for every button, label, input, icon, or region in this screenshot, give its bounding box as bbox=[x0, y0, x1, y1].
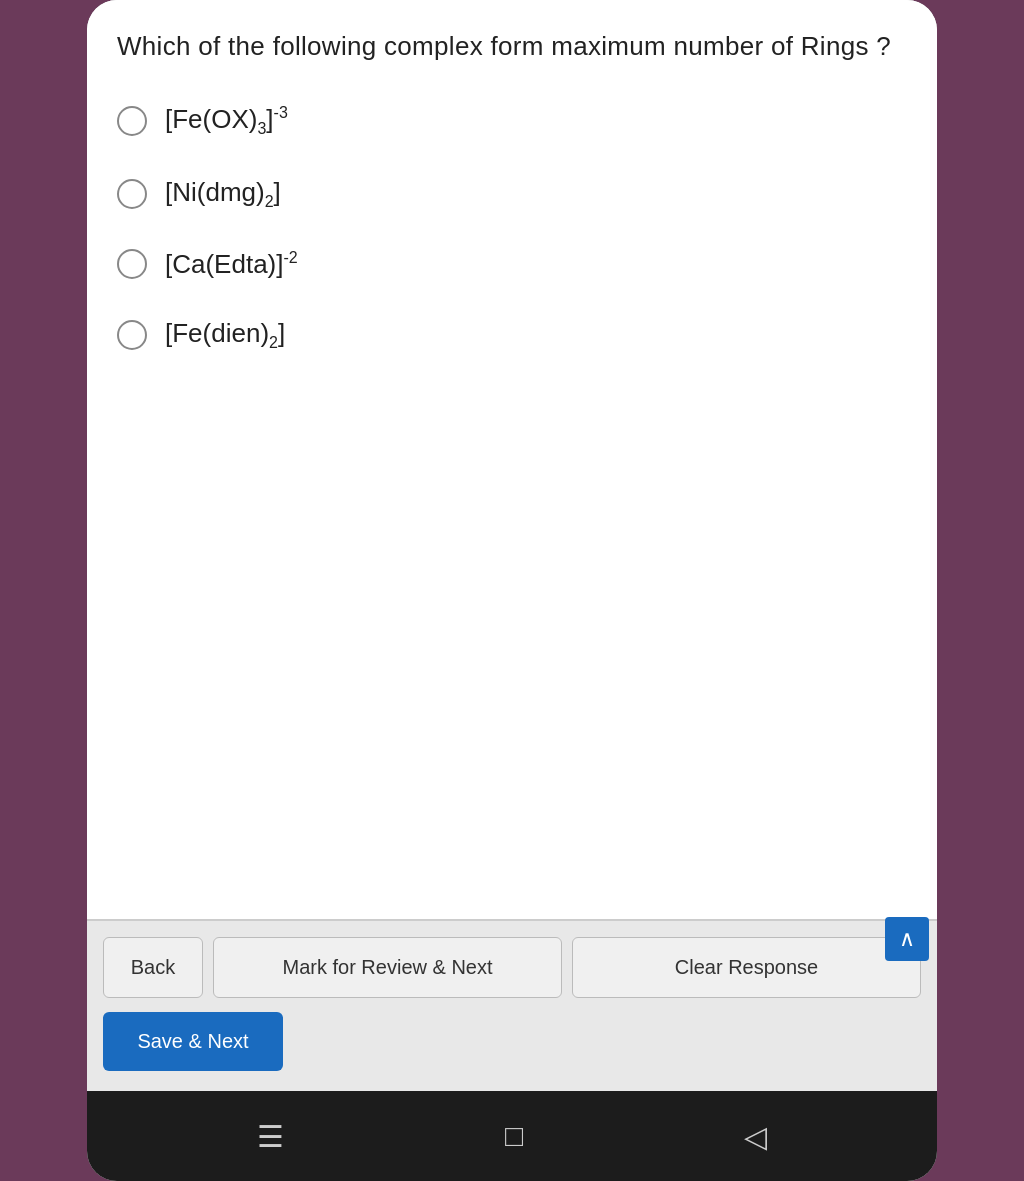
nav-back-icon[interactable]: ◁ bbox=[744, 1119, 767, 1154]
scroll-up-button[interactable]: ∧ bbox=[885, 917, 929, 961]
scroll-up-icon: ∧ bbox=[899, 926, 915, 952]
option-a-label: [Fe(OX)3]-3 bbox=[165, 104, 288, 138]
save-next-button[interactable]: Save & Next bbox=[103, 1012, 283, 1071]
option-b[interactable]: [Ni(dmg)2] bbox=[117, 177, 907, 211]
mark-review-button[interactable]: Mark for Review & Next bbox=[213, 937, 562, 998]
option-a[interactable]: [Fe(OX)3]-3 bbox=[117, 104, 907, 138]
back-button[interactable]: Back bbox=[103, 937, 203, 998]
save-row: Save & Next bbox=[103, 1012, 283, 1079]
radio-d[interactable] bbox=[117, 320, 147, 350]
options-list: [Fe(OX)3]-3 [Ni(dmg)2] [Ca(Edta)]-2 bbox=[117, 104, 907, 352]
nav-bar: ☰ □ ◁ bbox=[87, 1091, 937, 1181]
option-d[interactable]: [Fe(dien)2] bbox=[117, 318, 907, 352]
question-area: Which of the following complex form maxi… bbox=[87, 0, 937, 919]
phone-container: Which of the following complex form maxi… bbox=[87, 0, 937, 1181]
action-buttons-area: Back Mark for Review & Next Clear Respon… bbox=[87, 921, 937, 1091]
question-text: Which of the following complex form maxi… bbox=[117, 28, 907, 64]
option-d-label: [Fe(dien)2] bbox=[165, 318, 285, 352]
option-b-label: [Ni(dmg)2] bbox=[165, 177, 281, 211]
screen: Which of the following complex form maxi… bbox=[87, 0, 937, 1181]
radio-b[interactable] bbox=[117, 179, 147, 209]
nav-menu-icon[interactable]: ☰ bbox=[257, 1119, 284, 1154]
option-c-label: [Ca(Edta)]-2 bbox=[165, 249, 298, 280]
clear-response-button[interactable]: Clear Response bbox=[572, 937, 921, 998]
nav-home-icon[interactable]: □ bbox=[505, 1119, 523, 1153]
radio-a[interactable] bbox=[117, 106, 147, 136]
option-c[interactable]: [Ca(Edta)]-2 bbox=[117, 249, 907, 280]
radio-c[interactable] bbox=[117, 249, 147, 279]
